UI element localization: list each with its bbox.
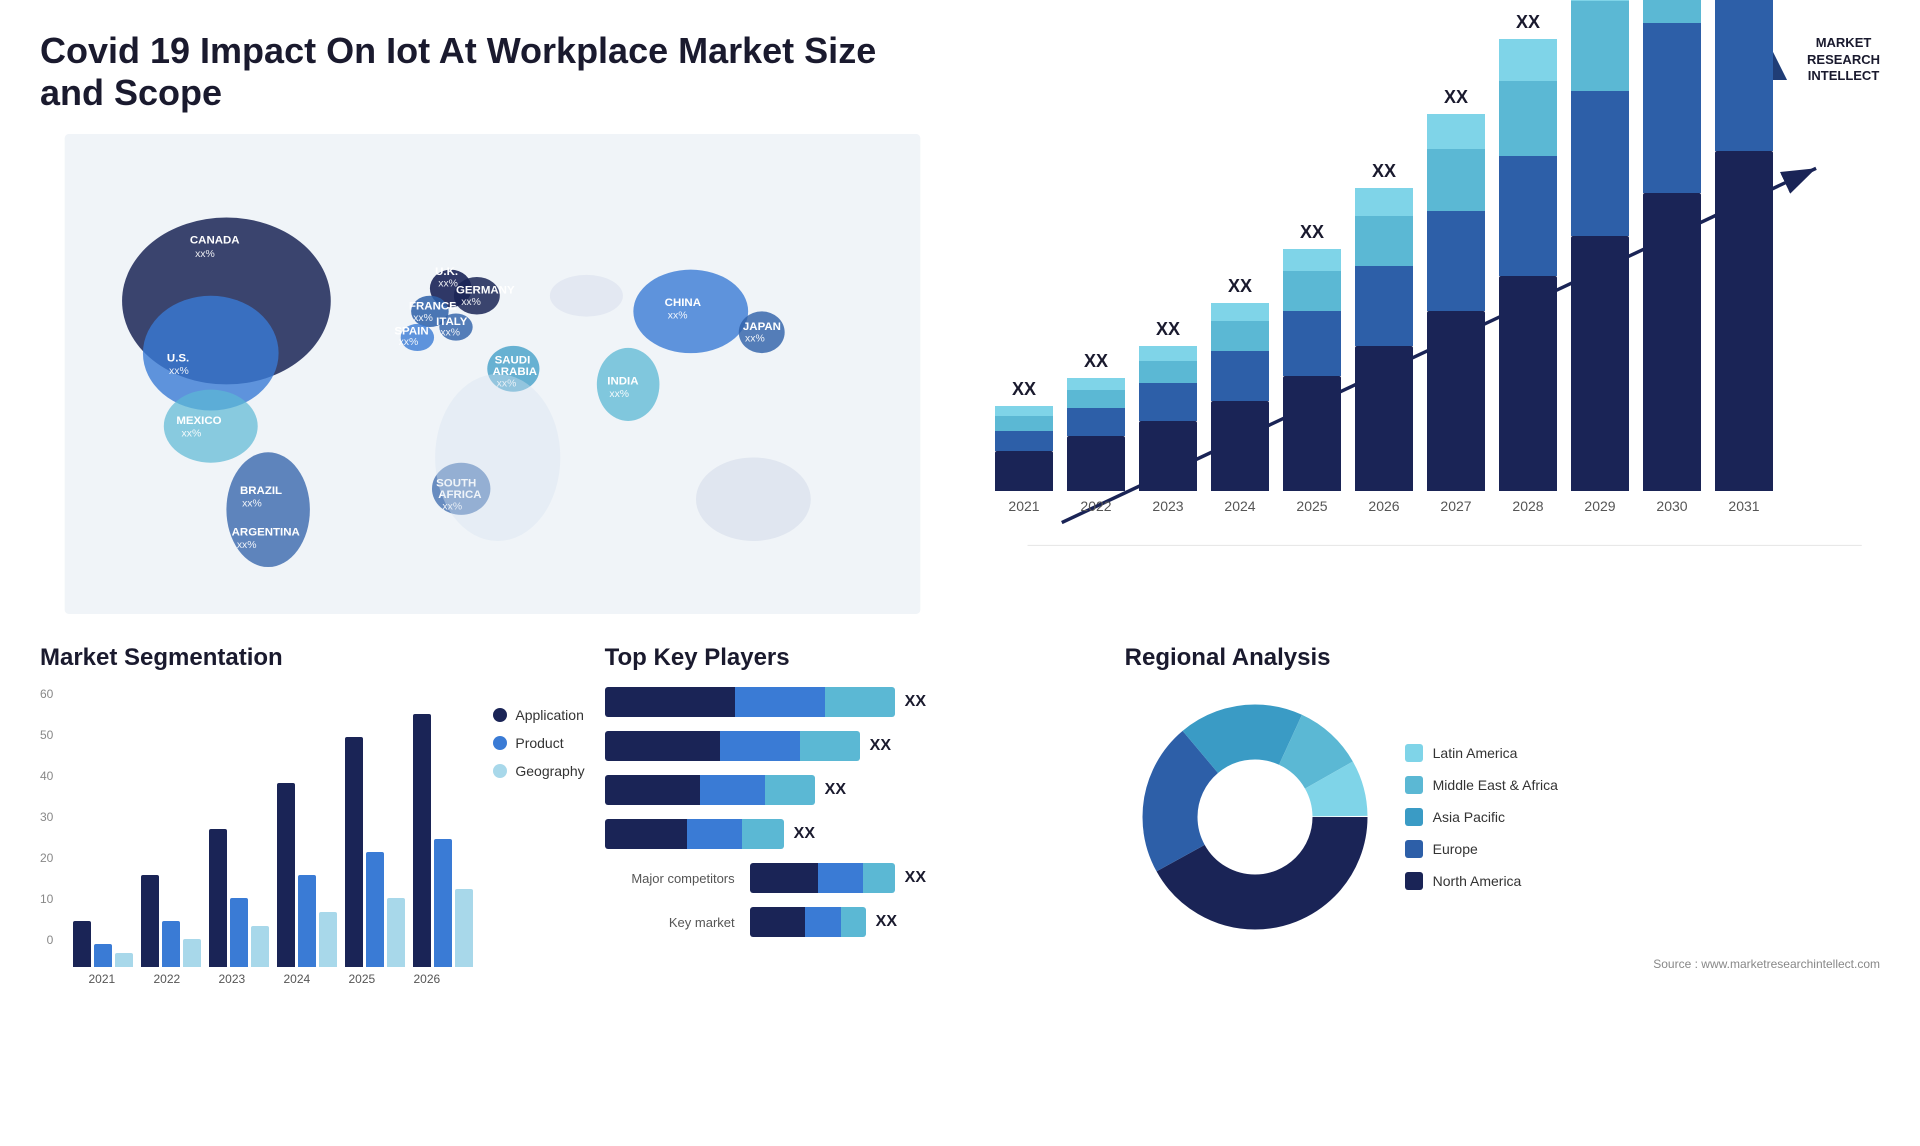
svg-text:xx%: xx% bbox=[399, 337, 419, 348]
svg-text:ITALY: ITALY bbox=[436, 316, 468, 328]
player-bar-stack-5 bbox=[750, 863, 895, 893]
svg-text:xx%: xx% bbox=[745, 334, 765, 345]
donut-chart bbox=[1125, 687, 1385, 947]
legend-mea: Middle East & Africa bbox=[1405, 776, 1558, 794]
map-container: CANADA xx% U.S. xx% MEXICO xx% BRAZIL xx… bbox=[40, 134, 945, 614]
svg-text:xx%: xx% bbox=[440, 327, 460, 338]
svg-text:INDIA: INDIA bbox=[607, 375, 638, 387]
donut-svg bbox=[1125, 687, 1385, 947]
segmentation-title: Market Segmentation bbox=[40, 644, 585, 672]
svg-text:CANADA: CANADA bbox=[190, 235, 240, 247]
seg-y-axis: 60 50 40 30 20 10 0 bbox=[40, 687, 53, 967]
svg-text:xx%: xx% bbox=[195, 249, 215, 260]
player-bar-stack-4 bbox=[605, 819, 784, 849]
dot-mea bbox=[1405, 776, 1423, 794]
legend-dot-geography bbox=[493, 764, 507, 778]
top-section: CANADA xx% U.S. xx% MEXICO xx% BRAZIL xx… bbox=[40, 134, 1880, 614]
seg-bar-2024 bbox=[277, 783, 337, 967]
main-container: Covid 19 Impact On Iot At Workplace Mark… bbox=[0, 0, 1920, 1146]
bar-group-2028: XX 2028 bbox=[1499, 12, 1557, 514]
seg-legend: Application Product Geography bbox=[493, 687, 584, 779]
bar-chart-inner: XX 2021 XX bbox=[975, 134, 1880, 614]
regional-inner: Latin America Middle East & Africa Asia … bbox=[1125, 687, 1880, 947]
player-row-major: Major competitors XX bbox=[605, 863, 1105, 893]
legend-dot-application bbox=[493, 708, 507, 722]
svg-text:xx%: xx% bbox=[609, 389, 629, 400]
segmentation-container: Market Segmentation 60 50 40 30 20 10 0 bbox=[40, 644, 585, 1064]
bar-group-2029: XX 2029 bbox=[1571, 0, 1629, 514]
svg-text:BRAZIL: BRAZIL bbox=[240, 485, 282, 497]
seg-bar-2026 bbox=[413, 714, 473, 967]
svg-text:SPAIN: SPAIN bbox=[394, 325, 428, 337]
regional-legend: Latin America Middle East & Africa Asia … bbox=[1405, 744, 1558, 890]
page-title: Covid 19 Impact On Iot At Workplace Mark… bbox=[40, 30, 940, 114]
svg-text:ARGENTINA: ARGENTINA bbox=[232, 527, 300, 539]
bar-chart-bars: XX 2021 XX bbox=[975, 134, 1880, 514]
dot-north-america bbox=[1405, 872, 1423, 890]
player-bar-stack-2 bbox=[605, 731, 860, 761]
bar-chart-container: XX 2021 XX bbox=[975, 134, 1880, 614]
svg-text:xx%: xx% bbox=[461, 297, 481, 308]
bar-group-2023: XX 2023 bbox=[1139, 319, 1197, 514]
svg-text:U.K.: U.K. bbox=[435, 266, 458, 278]
svg-text:xx%: xx% bbox=[242, 499, 262, 510]
world-map-svg: CANADA xx% U.S. xx% MEXICO xx% BRAZIL xx… bbox=[40, 134, 945, 614]
svg-text:xx%: xx% bbox=[182, 429, 202, 440]
seg-chart-area: 60 50 40 30 20 10 0 bbox=[40, 687, 585, 986]
svg-text:xx%: xx% bbox=[668, 311, 688, 322]
legend-north-america: North America bbox=[1405, 872, 1558, 890]
player-row-key: Key market XX bbox=[605, 907, 1105, 937]
legend-product: Product bbox=[493, 735, 584, 751]
player-bar-stack-3 bbox=[605, 775, 815, 805]
svg-text:xx%: xx% bbox=[237, 540, 257, 551]
regional-title: Regional Analysis bbox=[1125, 644, 1880, 672]
legend-application: Application bbox=[493, 707, 584, 723]
bar-group-2027: XX 2027 bbox=[1427, 87, 1485, 514]
bar-group-2024: XX 2024 bbox=[1211, 276, 1269, 514]
svg-text:SAUDI: SAUDI bbox=[495, 355, 531, 367]
svg-text:xx%: xx% bbox=[169, 366, 189, 377]
player-row-3: XX bbox=[605, 775, 1105, 805]
legend-europe: Europe bbox=[1405, 840, 1558, 858]
dot-latin-america bbox=[1405, 744, 1423, 762]
bar-group-2026: XX 2026 bbox=[1355, 161, 1413, 514]
player-bar-stack-1 bbox=[605, 687, 895, 717]
player-row-2: XX bbox=[605, 731, 1105, 761]
legend-latin-america: Latin America bbox=[1405, 744, 1558, 762]
svg-text:FRANCE: FRANCE bbox=[409, 300, 457, 312]
player-bar-stack-6 bbox=[750, 907, 866, 937]
svg-text:xx%: xx% bbox=[413, 313, 433, 324]
players-container: Top Key Players XX bbox=[605, 644, 1105, 1064]
bar-group-2025: XX 2025 bbox=[1283, 222, 1341, 514]
donut-center bbox=[1198, 760, 1312, 874]
seg-x-labels: 2021 2022 2023 2024 2025 2026 bbox=[73, 972, 473, 986]
players-bars: XX XX bbox=[605, 687, 1105, 937]
svg-text:JAPAN: JAPAN bbox=[743, 321, 781, 333]
source-text: Source : www.marketresearchintellect.com bbox=[1125, 957, 1880, 971]
svg-text:U.S.: U.S. bbox=[167, 352, 189, 364]
players-title: Top Key Players bbox=[605, 644, 1105, 672]
player-row-4: XX bbox=[605, 819, 1105, 849]
bar-group-2022: XX 2022 bbox=[1067, 351, 1125, 514]
seg-bar-2021 bbox=[73, 921, 133, 967]
dot-asia-pacific bbox=[1405, 808, 1423, 826]
seg-bar-2025 bbox=[345, 737, 405, 967]
svg-text:CHINA: CHINA bbox=[665, 297, 701, 309]
bar-group-2030: XX 2030 bbox=[1643, 0, 1701, 514]
seg-bar-2023 bbox=[209, 829, 269, 967]
seg-bars bbox=[73, 687, 473, 967]
regional-container: Regional Analysis bbox=[1125, 644, 1880, 1064]
seg-bar-2022 bbox=[141, 875, 201, 967]
svg-text:GERMANY: GERMANY bbox=[456, 285, 515, 297]
svg-text:MEXICO: MEXICO bbox=[176, 415, 221, 427]
dot-europe bbox=[1405, 840, 1423, 858]
player-row-1: XX bbox=[605, 687, 1105, 717]
bar-group-2021: XX 2021 bbox=[995, 379, 1053, 514]
bar-group-2031: XX 2031 bbox=[1715, 0, 1773, 514]
legend-geography: Geography bbox=[493, 763, 584, 779]
legend-asia-pacific: Asia Pacific bbox=[1405, 808, 1558, 826]
bottom-section: Market Segmentation 60 50 40 30 20 10 0 bbox=[40, 644, 1880, 1064]
logo-text: MARKET RESEARCH INTELLECT bbox=[1807, 35, 1880, 86]
legend-dot-product bbox=[493, 736, 507, 750]
